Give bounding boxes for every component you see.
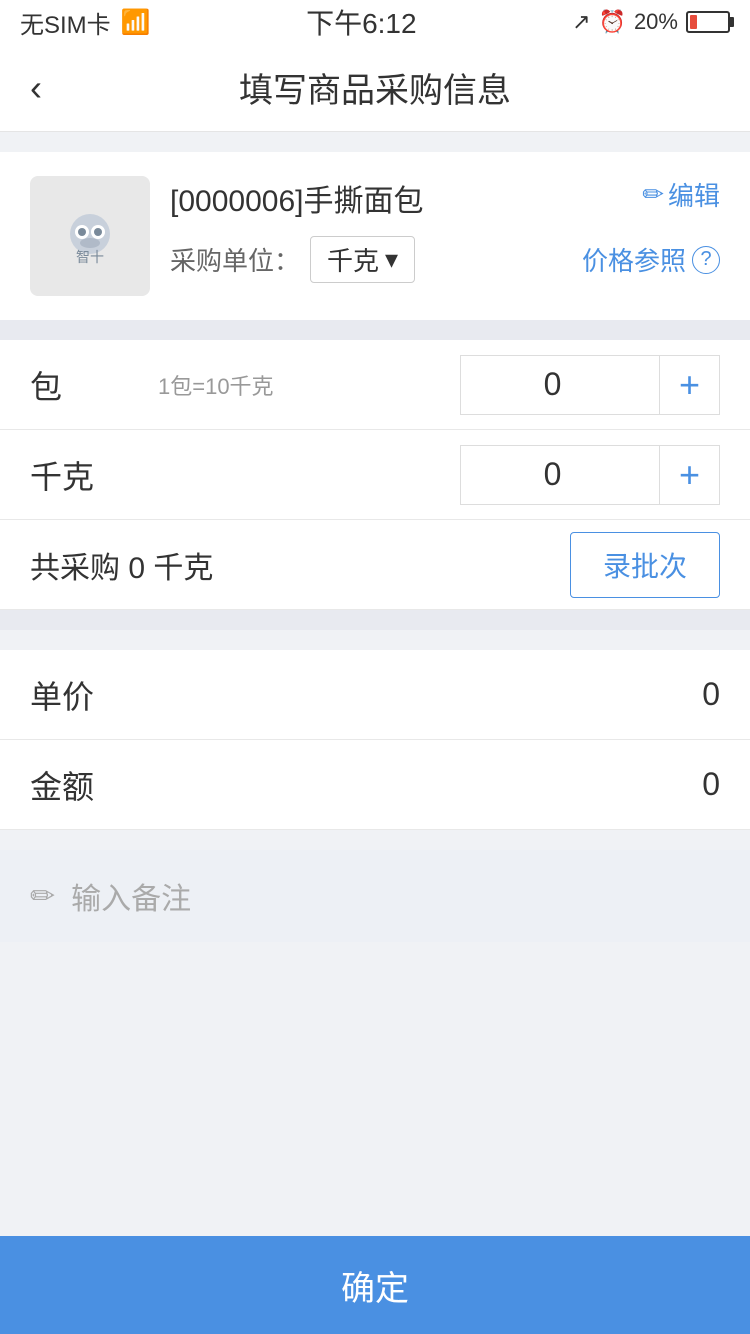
status-bar: 无SIM卡 📶 下午6:12 ↗ ⏰ 20% — [0, 0, 750, 44]
location-icon: ↗ — [572, 9, 590, 35]
unit-value: 千克 — [327, 241, 379, 278]
back-button[interactable]: ‹ — [30, 67, 90, 109]
page-title: 填写商品采购信息 — [239, 63, 511, 112]
product-name: [0000006]手撕面包 — [170, 176, 642, 220]
carrier-text: 无SIM卡 — [20, 5, 111, 40]
product-image: 智十 — [30, 176, 150, 296]
purchase-unit-row: 采购单位： 千克 ▾ 价格参照 ? — [170, 236, 720, 283]
amount-label: 金额 — [30, 762, 94, 808]
summary-row: 共采购 0 千克 录批次 — [0, 520, 750, 610]
price-ref-label: 价格参照 — [582, 241, 686, 278]
confirm-button[interactable]: 确定 — [0, 1236, 750, 1334]
quantity-row-kg: 千克 + — [0, 430, 750, 520]
bao-input[interactable] — [460, 355, 660, 415]
alarm-icon: ⏰ — [599, 9, 626, 35]
status-left: 无SIM卡 📶 — [20, 5, 151, 40]
sim-card-icon: 📶 — [121, 8, 151, 37]
unit-price-row: 单价 0 — [0, 650, 750, 740]
edit-button[interactable]: ✏ 编辑 — [642, 176, 720, 213]
section-separator-1 — [0, 320, 750, 340]
pencil-icon: ✏ — [30, 879, 55, 914]
unit-kg-label: 千克 — [30, 452, 150, 498]
quantity-row-bao: 包 1包=10千克 + — [0, 340, 750, 430]
quantity-section: 包 1包=10千克 + 千克 + — [0, 340, 750, 520]
amount-value: 0 — [702, 766, 720, 803]
product-info: [0000006]手撕面包 ✏ 编辑 采购单位： 千克 ▾ 价格参照 ? — [170, 176, 720, 283]
kg-plus-button[interactable]: + — [660, 445, 720, 505]
price-reference-button[interactable]: 价格参照 ? — [582, 241, 720, 278]
product-card: 智十 [0000006]手撕面包 ✏ 编辑 采购单位： 千克 ▾ 价格参照 — [0, 152, 750, 320]
help-icon: ? — [692, 246, 720, 274]
kg-controls: + — [460, 445, 720, 505]
nav-bar: ‹ 填写商品采购信息 — [0, 44, 750, 132]
unit-price-label: 单价 — [30, 672, 94, 718]
edit-label: 编辑 — [668, 176, 720, 213]
record-batch-button[interactable]: 录批次 — [570, 532, 720, 598]
summary-text: 共采购 0 千克 — [30, 543, 213, 587]
product-logo: 智十 — [50, 206, 130, 266]
status-time: 下午6:12 — [306, 2, 417, 42]
price-section: 单价 0 金额 0 — [0, 650, 750, 830]
remark-placeholder: 输入备注 — [71, 874, 191, 918]
unit-label: 采购单位： — [170, 241, 300, 278]
unit-bao-label: 包 — [30, 362, 150, 408]
bao-plus-button[interactable]: + — [660, 355, 720, 415]
bottom-space — [0, 942, 750, 1142]
remark-section[interactable]: ✏ 输入备注 — [0, 850, 750, 942]
battery-icon — [686, 11, 730, 33]
unit-price-value: 0 — [702, 676, 720, 713]
bao-controls: + — [460, 355, 720, 415]
amount-row: 金额 0 — [0, 740, 750, 830]
battery-percent: 20% — [634, 9, 678, 35]
svg-text:智十: 智十 — [76, 249, 104, 265]
kg-input[interactable] — [460, 445, 660, 505]
unit-bao-sub: 1包=10千克 — [158, 369, 460, 401]
confirm-button-label: 确定 — [341, 1261, 409, 1310]
section-separator-2 — [0, 610, 750, 630]
chevron-down-icon: ▾ — [385, 244, 398, 275]
status-right: ↗ ⏰ 20% — [572, 9, 730, 35]
edit-icon: ✏ — [642, 179, 664, 210]
unit-select[interactable]: 千克 ▾ — [310, 236, 415, 283]
